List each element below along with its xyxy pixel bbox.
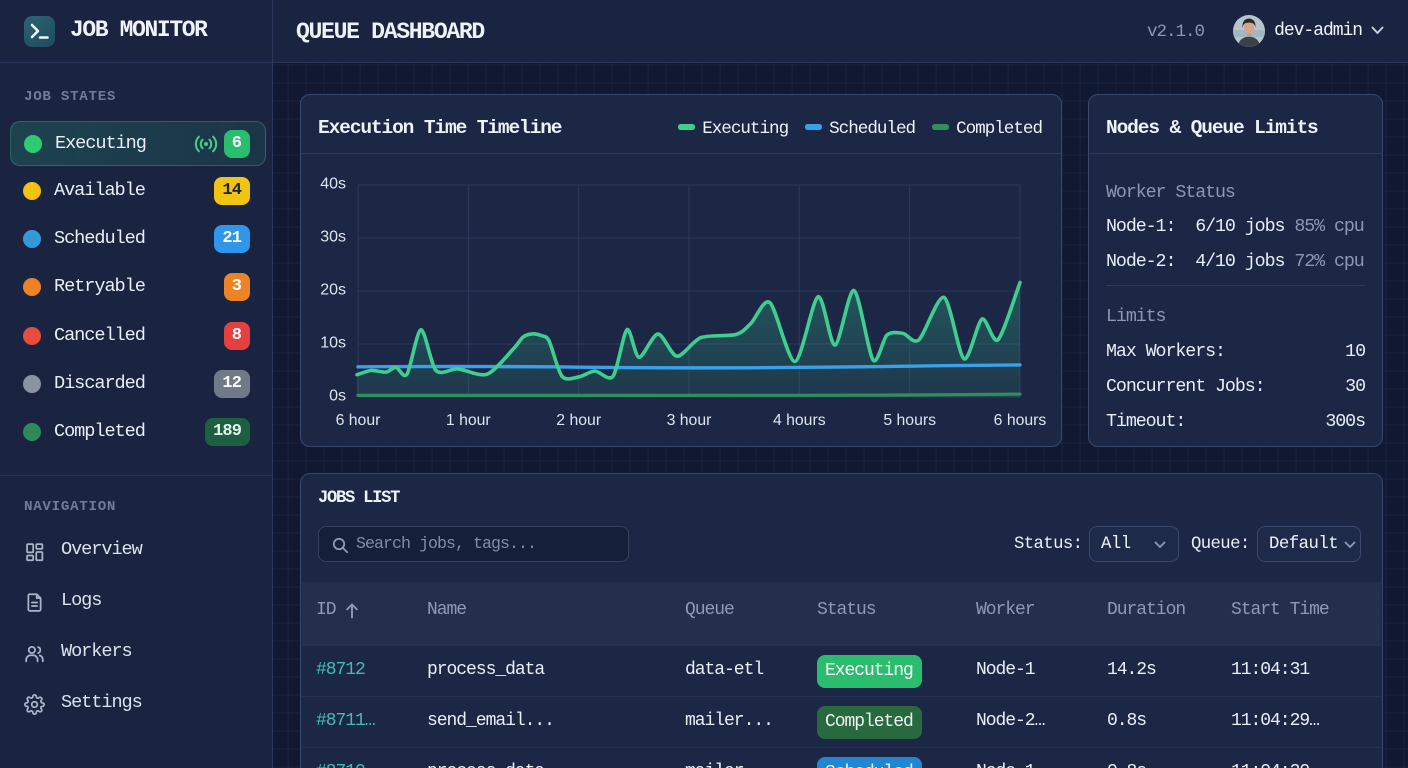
svg-text:40s: 40s [320,176,346,193]
svg-text:6 hour: 6 hour [336,412,381,429]
svg-text:20s: 20s [320,282,346,299]
svg-text:6 hours: 6 hours [994,412,1047,429]
svg-text:0s: 0s [329,388,346,405]
svg-text:2 hour: 2 hour [556,412,601,429]
svg-text:30s: 30s [320,229,346,246]
svg-text:4 hours: 4 hours [773,412,826,429]
svg-text:1 hour: 1 hour [446,412,491,429]
svg-text:5 hours: 5 hours [883,412,936,429]
svg-text:3 hour: 3 hour [667,412,712,429]
svg-text:10s: 10s [320,335,346,352]
